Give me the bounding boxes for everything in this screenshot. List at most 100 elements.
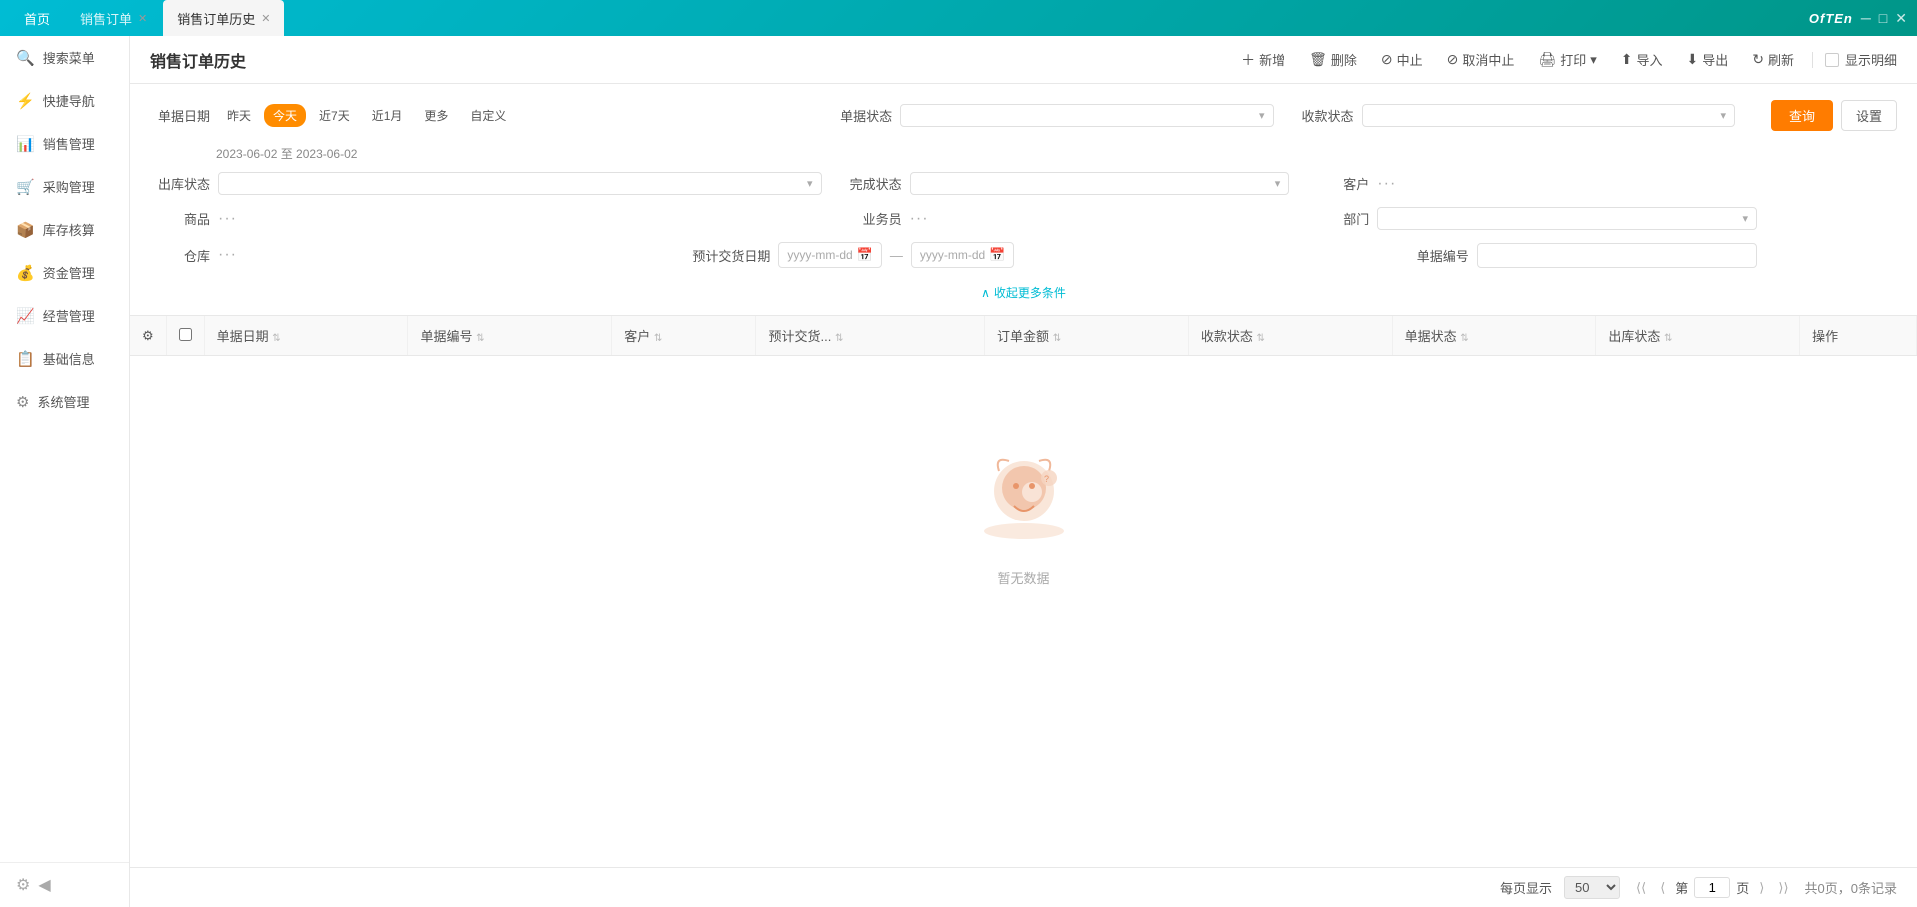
settings-button[interactable]: 设置 [1841, 100, 1897, 131]
th-settings[interactable]: ⚙ [130, 316, 166, 356]
import-label: 导入 [1636, 50, 1662, 69]
delivery-date-end[interactable]: yyyy-mm-dd 📅 [911, 242, 1015, 268]
receipt-status-chevron: ▾ [1720, 109, 1726, 122]
select-all-checkbox[interactable] [179, 328, 192, 341]
th-customer[interactable]: 客户 ⇅ [612, 316, 756, 356]
th-number-sort[interactable]: ⇅ [476, 333, 484, 344]
minimize-btn[interactable]: ─ [1861, 10, 1871, 26]
table-area: ⚙ 单据日期 ⇅ 单据编号 ⇅ [130, 316, 1917, 867]
receipt-status-select[interactable]: ▾ [1362, 104, 1735, 127]
th-date-sort[interactable]: ⇅ [272, 333, 280, 344]
export-button[interactable]: ⬇ 导出 [1680, 46, 1734, 73]
sidebar-collapse-icon[interactable]: ◀ [38, 875, 50, 895]
page-number-input[interactable] [1694, 877, 1730, 898]
th-warehouse-sort[interactable]: ⇅ [1664, 333, 1672, 344]
th-amount-label: 订单金额 [997, 329, 1049, 344]
content-area: 销售订单历史 ＋ 新增 🗑 删除 ⊘ 中止 ⊘ 取消中止 [130, 36, 1917, 907]
delete-button[interactable]: 🗑 删除 [1303, 46, 1363, 73]
date-tab-1month[interactable]: 近1月 [363, 104, 412, 127]
sales-mgmt-icon: 📊 [16, 135, 35, 153]
next-page-btn[interactable]: ⟩ [1755, 878, 1768, 898]
delivery-date-end-calendar[interactable]: 📅 [989, 247, 1005, 263]
date-tab-today[interactable]: 今天 [264, 104, 306, 127]
tab-sales-order[interactable]: 销售订单 ✕ [66, 0, 161, 36]
delivery-date-start-calendar[interactable]: 📅 [857, 247, 873, 263]
th-customer-sort[interactable]: ⇅ [654, 333, 662, 344]
sidebar-item-search-menu[interactable]: 🔍 搜索菜单 [0, 36, 129, 79]
th-checkbox[interactable] [166, 316, 204, 356]
th-delivery-sort[interactable]: ⇅ [835, 333, 843, 344]
warehouse-status-label: 出库状态 [150, 174, 210, 193]
main-layout: 🔍 搜索菜单 ⚡ 快捷导航 📊 销售管理 🛒 采购管理 📦 库存核算 💰 资金管… [0, 36, 1917, 907]
sidebar-item-finance[interactable]: 💰 资金管理 [0, 251, 129, 294]
date-tab-yesterday[interactable]: 昨天 [218, 104, 260, 127]
filter-group-order-status: 单据状态 ▾ [832, 104, 1273, 127]
close-app-btn[interactable]: ✕ [1895, 10, 1907, 27]
page-size-select[interactable]: 20 50 100 [1564, 876, 1620, 899]
sidebar-item-sales-mgmt[interactable]: 📊 销售管理 [0, 122, 129, 165]
sidebar-item-base-info[interactable]: 📋 基础信息 [0, 337, 129, 380]
sidebar-item-inventory[interactable]: 📦 库存核算 [0, 208, 129, 251]
display-toggle-checkbox[interactable] [1825, 53, 1839, 67]
delivery-date-end-text: yyyy-mm-dd [920, 248, 985, 262]
new-label: 新增 [1259, 50, 1285, 69]
print-dropdown-icon[interactable]: ▾ [1590, 52, 1597, 68]
sidebar-item-system[interactable]: ⚙ 系统管理 [0, 380, 129, 423]
warehouse-ellipsis[interactable]: ··· [218, 246, 237, 264]
prev-page-btn[interactable]: ⟨ [1656, 878, 1669, 898]
sidebar-item-purchase-mgmt-label: 采购管理 [43, 177, 95, 196]
date-tab-custom[interactable]: 自定义 [461, 104, 515, 127]
warehouse-control: ··· [218, 246, 672, 264]
th-amount[interactable]: 订单金额 ⇅ [985, 316, 1189, 356]
sidebar-item-sales-mgmt-label: 销售管理 [43, 134, 95, 153]
display-toggle[interactable]: 显示明细 [1825, 50, 1897, 69]
order-status-select[interactable]: ▾ [900, 104, 1273, 127]
page-unit: 页 [1736, 878, 1749, 897]
stop-button[interactable]: ⊘ 中止 [1375, 46, 1429, 73]
th-receipt-sort[interactable]: ⇅ [1256, 333, 1264, 344]
sidebar-item-operations[interactable]: 📈 经营管理 [0, 294, 129, 337]
product-ellipsis[interactable]: ··· [218, 210, 237, 228]
page-label: 第 [1675, 878, 1688, 897]
complete-status-select[interactable]: ▾ [910, 172, 1290, 195]
order-number-input[interactable] [1477, 243, 1757, 268]
last-page-btn[interactable]: ⟩⟩ [1774, 878, 1792, 898]
th-order-sort[interactable]: ⇅ [1460, 333, 1468, 344]
sidebar-item-quick-nav[interactable]: ⚡ 快捷导航 [0, 79, 129, 122]
cancel-stop-button[interactable]: ⊘ 取消中止 [1441, 46, 1521, 73]
th-delivery[interactable]: 预计交货... ⇅ [756, 316, 985, 356]
th-amount-sort[interactable]: ⇅ [1053, 333, 1061, 344]
first-page-btn[interactable]: ⟨⟨ [1632, 878, 1650, 898]
th-date[interactable]: 单据日期 ⇅ [204, 316, 408, 356]
product-label: 商品 [150, 209, 210, 228]
tab-sales-order-history-label: 销售订单历史 [177, 9, 255, 28]
close-sales-order-tab[interactable]: ✕ [138, 12, 147, 25]
th-warehouse-status[interactable]: 出库状态 ⇅ [1596, 316, 1800, 356]
delivery-date-start[interactable]: yyyy-mm-dd 📅 [778, 242, 882, 268]
purchase-mgmt-icon: 🛒 [16, 178, 35, 196]
query-button[interactable]: 查询 [1771, 100, 1833, 131]
th-number[interactable]: 单据编号 ⇅ [408, 316, 612, 356]
import-button[interactable]: ⬆ 导入 [1615, 46, 1669, 73]
maximize-btn[interactable]: □ [1879, 10, 1887, 26]
sidebar-item-purchase-mgmt[interactable]: 🛒 采购管理 [0, 165, 129, 208]
new-button[interactable]: ＋ 新增 [1235, 46, 1291, 74]
sidebar-settings-icon[interactable]: ⚙ [16, 875, 30, 895]
department-select[interactable]: ▾ [1377, 207, 1757, 230]
date-tab-7days[interactable]: 近7天 [310, 104, 359, 127]
th-order-status[interactable]: 单据状态 ⇅ [1392, 316, 1596, 356]
warehouse-status-select[interactable]: ▾ [218, 172, 822, 195]
tab-home[interactable]: 首页 [10, 0, 64, 36]
date-tab-more[interactable]: 更多 [415, 104, 457, 127]
collapse-bar[interactable]: ∧ 收起更多条件 [150, 280, 1897, 305]
th-customer-label: 客户 [624, 329, 650, 344]
settings-gear-icon[interactable]: ⚙ [142, 328, 154, 343]
refresh-button[interactable]: ↻ 刷新 [1746, 46, 1800, 73]
salesperson-ellipsis[interactable]: ··· [910, 210, 929, 228]
th-receipt-status[interactable]: 收款状态 ⇅ [1188, 316, 1392, 356]
close-sales-order-history-tab[interactable]: ✕ [261, 12, 270, 25]
tab-sales-order-history[interactable]: 销售订单历史 ✕ [163, 0, 284, 36]
customer-ellipsis[interactable]: ··· [1377, 175, 1396, 193]
print-button[interactable]: 🖨 打印 ▾ [1532, 46, 1602, 73]
operations-icon: 📈 [16, 307, 35, 325]
